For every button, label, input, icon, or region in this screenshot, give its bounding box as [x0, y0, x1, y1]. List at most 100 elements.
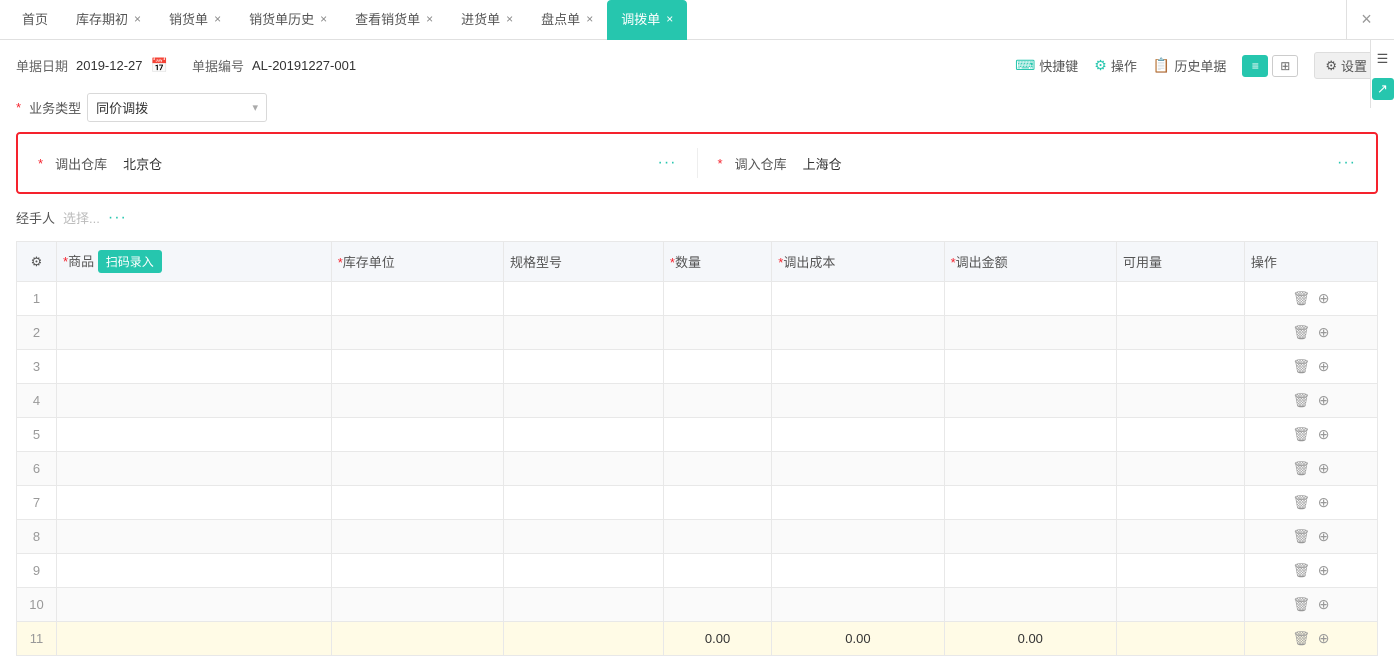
- copy-icon[interactable]: ⊕: [1318, 528, 1330, 544]
- delete-icon[interactable]: 🗑: [1292, 528, 1310, 544]
- cell-spec[interactable]: [504, 282, 664, 316]
- copy-icon[interactable]: ⊕: [1318, 562, 1330, 578]
- handler-more-btn[interactable]: ···: [108, 209, 127, 227]
- cell-unit[interactable]: [331, 282, 503, 316]
- delete-icon[interactable]: 🗑: [1292, 290, 1310, 306]
- cell-transfer-cost[interactable]: [772, 418, 944, 452]
- tab-sales-order[interactable]: 销货单 ×: [155, 0, 235, 40]
- cell-transfer-cost[interactable]: [772, 554, 944, 588]
- cell-transfer-cost[interactable]: [772, 486, 944, 520]
- cell-product[interactable]: [57, 554, 332, 588]
- cell-transfer-amount[interactable]: [944, 316, 1116, 350]
- cell-qty[interactable]: [663, 520, 771, 554]
- cell-transfer-amount[interactable]: [944, 486, 1116, 520]
- tab-inventory-init-close[interactable]: ×: [134, 12, 141, 26]
- tab-view-sales[interactable]: 查看销货单 ×: [341, 0, 447, 40]
- calendar-icon[interactable]: 📅: [151, 57, 168, 74]
- delete-icon[interactable]: 🗑: [1292, 630, 1310, 646]
- cell-spec[interactable]: [504, 486, 664, 520]
- tab-home[interactable]: 首页: [8, 0, 62, 40]
- scan-button[interactable]: 扫码录入: [98, 250, 162, 273]
- cell-transfer-cost[interactable]: [772, 384, 944, 418]
- cell-unit[interactable]: [331, 486, 503, 520]
- tab-purchase-order-close[interactable]: ×: [506, 12, 513, 26]
- cell-qty[interactable]: [663, 282, 771, 316]
- cell-qty[interactable]: [663, 316, 771, 350]
- copy-icon[interactable]: ⊕: [1318, 392, 1330, 408]
- delete-icon[interactable]: 🗑: [1292, 562, 1310, 578]
- tab-inventory-init[interactable]: 库存期初 ×: [62, 0, 155, 40]
- cell-transfer-cost[interactable]: [772, 316, 944, 350]
- cell-unit[interactable]: [331, 588, 503, 622]
- delete-icon[interactable]: 🗑: [1292, 596, 1310, 612]
- cell-product[interactable]: [57, 486, 332, 520]
- delete-icon[interactable]: 🗑: [1292, 324, 1310, 340]
- main-close-button[interactable]: ×: [1346, 0, 1386, 40]
- cell-qty[interactable]: [663, 452, 771, 486]
- cell-qty[interactable]: [663, 418, 771, 452]
- copy-icon[interactable]: ⊕: [1318, 426, 1330, 442]
- cell-unit[interactable]: [331, 554, 503, 588]
- cell-qty[interactable]: [663, 350, 771, 384]
- cell-transfer-cost[interactable]: [772, 588, 944, 622]
- cell-transfer-cost[interactable]: [772, 452, 944, 486]
- copy-icon[interactable]: ⊕: [1318, 324, 1330, 340]
- copy-icon[interactable]: ⊕: [1318, 290, 1330, 306]
- tab-inventory-check-close[interactable]: ×: [586, 12, 593, 26]
- cell-qty[interactable]: [663, 384, 771, 418]
- delete-icon[interactable]: 🗑: [1292, 494, 1310, 510]
- shortcut-button[interactable]: ⌨ 快捷键: [1015, 56, 1078, 75]
- cell-spec[interactable]: [504, 418, 664, 452]
- cell-product[interactable]: [57, 418, 332, 452]
- cell-spec[interactable]: [504, 622, 664, 656]
- layout-btn-list[interactable]: ≡: [1242, 55, 1268, 77]
- tab-sales-history[interactable]: 销货单历史 ×: [235, 0, 341, 40]
- cell-unit[interactable]: [331, 452, 503, 486]
- cell-spec[interactable]: [504, 520, 664, 554]
- tab-sales-history-close[interactable]: ×: [320, 12, 327, 26]
- copy-icon[interactable]: ⊕: [1318, 358, 1330, 374]
- tab-view-sales-close[interactable]: ×: [426, 12, 433, 26]
- gear-icon[interactable]: ⚙: [31, 254, 43, 269]
- cell-qty[interactable]: [663, 554, 771, 588]
- history-button[interactable]: 📋 历史单据: [1153, 56, 1226, 75]
- cell-spec[interactable]: [504, 554, 664, 588]
- cell-transfer-cost[interactable]: [772, 350, 944, 384]
- cell-unit[interactable]: [331, 316, 503, 350]
- ops-button[interactable]: ⚙ 操作: [1094, 56, 1137, 75]
- cell-transfer-amount[interactable]: [944, 452, 1116, 486]
- cell-spec[interactable]: [504, 384, 664, 418]
- cell-transfer-amount[interactable]: [944, 588, 1116, 622]
- settings-button[interactable]: ⚙ 设置: [1314, 52, 1378, 79]
- cell-product[interactable]: [57, 622, 332, 656]
- copy-icon[interactable]: ⊕: [1318, 460, 1330, 476]
- cell-transfer-amount[interactable]: [944, 418, 1116, 452]
- tab-purchase-order[interactable]: 进货单 ×: [447, 0, 527, 40]
- copy-icon[interactable]: ⊕: [1318, 596, 1330, 612]
- cell-transfer-cost[interactable]: [772, 520, 944, 554]
- delete-icon[interactable]: 🗑: [1292, 460, 1310, 476]
- cell-transfer-amount[interactable]: [944, 350, 1116, 384]
- cell-qty[interactable]: [663, 486, 771, 520]
- cell-product[interactable]: [57, 282, 332, 316]
- cell-transfer-amount[interactable]: [944, 520, 1116, 554]
- cell-transfer-cost[interactable]: [772, 282, 944, 316]
- layout-btn-grid[interactable]: ⊞: [1272, 55, 1298, 77]
- cell-transfer-amount[interactable]: [944, 554, 1116, 588]
- cell-unit[interactable]: [331, 384, 503, 418]
- cell-unit[interactable]: [331, 418, 503, 452]
- cell-product[interactable]: [57, 350, 332, 384]
- biz-type-select[interactable]: 同价调拨 ▾: [87, 93, 267, 122]
- cell-unit[interactable]: [331, 622, 503, 656]
- delete-icon[interactable]: 🗑: [1292, 426, 1310, 442]
- cell-transfer-amount[interactable]: [944, 384, 1116, 418]
- cell-product[interactable]: [57, 384, 332, 418]
- tab-transfer-order[interactable]: 调拨单 ×: [607, 0, 687, 40]
- tab-inventory-check[interactable]: 盘点单 ×: [527, 0, 607, 40]
- copy-icon[interactable]: ⊕: [1318, 630, 1330, 646]
- cell-spec[interactable]: [504, 452, 664, 486]
- cell-product[interactable]: [57, 588, 332, 622]
- cell-spec[interactable]: [504, 350, 664, 384]
- delete-icon[interactable]: 🗑: [1292, 392, 1310, 408]
- handler-input[interactable]: 选择...: [63, 208, 100, 227]
